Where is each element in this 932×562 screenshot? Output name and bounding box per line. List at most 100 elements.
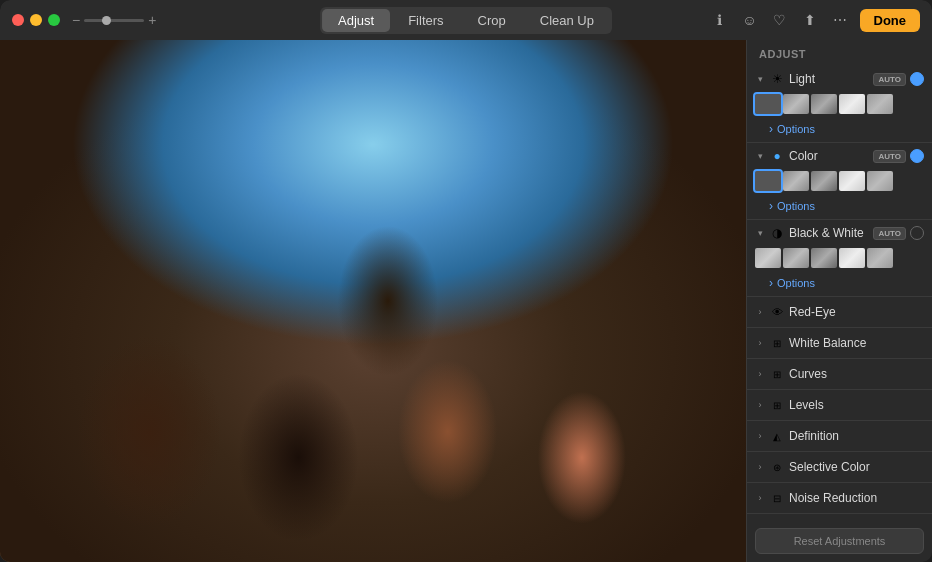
bw-thumb-3[interactable] (839, 248, 865, 268)
light-thumb-4[interactable] (867, 94, 893, 114)
bw-thumb-0[interactable] (755, 248, 781, 268)
white-balance-row[interactable]: › ⊞ White Balance (747, 328, 932, 359)
photo-background (0, 40, 746, 562)
tab-cleanup[interactable]: Clean Up (524, 9, 610, 32)
light-thumb-1[interactable] (783, 94, 809, 114)
definition-icon: ◭ (769, 428, 785, 444)
color-toggle[interactable] (910, 149, 924, 163)
curves-icon: ⊞ (769, 366, 785, 382)
noise-reduction-title: Noise Reduction (789, 491, 924, 505)
light-thumb-2[interactable] (811, 94, 837, 114)
bw-options[interactable]: Options (747, 274, 932, 296)
share-icon[interactable]: ⬆ (800, 10, 820, 30)
color-section: ▾ ● Color AUTO Options (747, 143, 932, 220)
color-thumbnails (747, 169, 932, 197)
light-thumb-3[interactable] (839, 94, 865, 114)
curves-title: Curves (789, 367, 924, 381)
noise-reduction-icon: ⊟ (769, 490, 785, 506)
tab-crop[interactable]: Crop (462, 9, 522, 32)
tab-filters[interactable]: Filters (392, 9, 459, 32)
bw-chevron-icon: ▾ (755, 228, 765, 238)
nav-tabs: Adjust Filters Crop Clean Up (320, 7, 612, 34)
photo-area (0, 40, 746, 562)
definition-chevron-icon: › (755, 431, 765, 441)
tab-adjust[interactable]: Adjust (322, 9, 390, 32)
titlebar-right: ℹ ☺ ♡ ⬆ ⋯ Done (710, 9, 921, 32)
light-section-header[interactable]: ▾ ☀ Light AUTO (747, 66, 932, 92)
maximize-button[interactable] (48, 14, 60, 26)
bw-auto-badge[interactable]: AUTO (873, 227, 906, 240)
noise-reduction-row[interactable]: › ⊟ Noise Reduction (747, 483, 932, 514)
light-auto-badge[interactable]: AUTO (873, 73, 906, 86)
light-section: ▾ ☀ Light AUTO Options (747, 66, 932, 143)
adjust-panel: ADJUST ▾ ☀ Light AUTO (746, 40, 932, 562)
color-thumb-3[interactable] (839, 171, 865, 191)
zoom-plus-button[interactable]: + (148, 12, 156, 28)
bw-controls: AUTO (873, 226, 924, 240)
color-title: Color (789, 149, 869, 163)
red-eye-title: Red-Eye (789, 305, 924, 319)
bw-thumb-1[interactable] (783, 248, 809, 268)
curves-row[interactable]: › ⊞ Curves (747, 359, 932, 390)
close-button[interactable] (12, 14, 24, 26)
definition-title: Definition (789, 429, 924, 443)
more-icon[interactable]: ⋯ (830, 10, 850, 30)
zoom-slider[interactable] (84, 19, 144, 22)
red-eye-row[interactable]: › 👁 Red-Eye (747, 297, 932, 328)
selective-color-row[interactable]: › ⊛ Selective Color (747, 452, 932, 483)
levels-row[interactable]: › ⊞ Levels (747, 390, 932, 421)
sharpen-row[interactable]: › ▲ Sharpen (747, 514, 932, 520)
color-thumb-4[interactable] (867, 171, 893, 191)
bw-icon: ◑ (769, 225, 785, 241)
light-icon: ☀ (769, 71, 785, 87)
selective-color-title: Selective Color (789, 460, 924, 474)
bw-thumb-2[interactable] (811, 248, 837, 268)
bw-thumbnails (747, 246, 932, 274)
zoom-minus-button[interactable]: − (72, 12, 80, 28)
levels-icon: ⊞ (769, 397, 785, 413)
light-thumbnails (747, 92, 932, 120)
minimize-button[interactable] (30, 14, 42, 26)
adjust-header: ADJUST (747, 40, 932, 66)
heart-icon[interactable]: ♡ (770, 10, 790, 30)
light-controls: AUTO (873, 72, 924, 86)
color-thumb-2[interactable] (811, 171, 837, 191)
selective-color-icon: ⊛ (769, 459, 785, 475)
color-section-header[interactable]: ▾ ● Color AUTO (747, 143, 932, 169)
levels-chevron-icon: › (755, 400, 765, 410)
adjust-list: ▾ ☀ Light AUTO Options (747, 66, 932, 520)
bw-section-header[interactable]: ▾ ◑ Black & White AUTO (747, 220, 932, 246)
color-options[interactable]: Options (747, 197, 932, 219)
bw-section: ▾ ◑ Black & White AUTO Options (747, 220, 932, 297)
noise-reduction-chevron-icon: › (755, 493, 765, 503)
red-eye-chevron-icon: › (755, 307, 765, 317)
selective-color-chevron-icon: › (755, 462, 765, 472)
definition-row[interactable]: › ◭ Definition (747, 421, 932, 452)
reset-adjustments-button[interactable]: Reset Adjustments (755, 528, 924, 554)
light-thumb-0[interactable] (755, 94, 781, 114)
color-thumb-0[interactable] (755, 171, 781, 191)
color-controls: AUTO (873, 149, 924, 163)
photo-canvas (0, 40, 746, 562)
bw-thumb-4[interactable] (867, 248, 893, 268)
white-balance-chevron-icon: › (755, 338, 765, 348)
levels-title: Levels (789, 398, 924, 412)
titlebar: − + Adjust Filters Crop Clean Up ℹ ☺ ♡ ⬆… (0, 0, 932, 40)
main-content: ADJUST ▾ ☀ Light AUTO (0, 40, 932, 562)
white-balance-icon: ⊞ (769, 335, 785, 351)
light-chevron-icon: ▾ (755, 74, 765, 84)
info-icon[interactable]: ℹ (710, 10, 730, 30)
light-options[interactable]: Options (747, 120, 932, 142)
bw-title: Black & White (789, 226, 869, 240)
bw-toggle[interactable] (910, 226, 924, 240)
light-toggle[interactable] (910, 72, 924, 86)
light-title: Light (789, 72, 869, 86)
color-icon: ● (769, 148, 785, 164)
emoji-icon[interactable]: ☺ (740, 10, 760, 30)
white-balance-title: White Balance (789, 336, 924, 350)
zoom-control: − + (72, 12, 156, 28)
done-button[interactable]: Done (860, 9, 921, 32)
color-auto-badge[interactable]: AUTO (873, 150, 906, 163)
color-thumb-1[interactable] (783, 171, 809, 191)
color-chevron-icon: ▾ (755, 151, 765, 161)
